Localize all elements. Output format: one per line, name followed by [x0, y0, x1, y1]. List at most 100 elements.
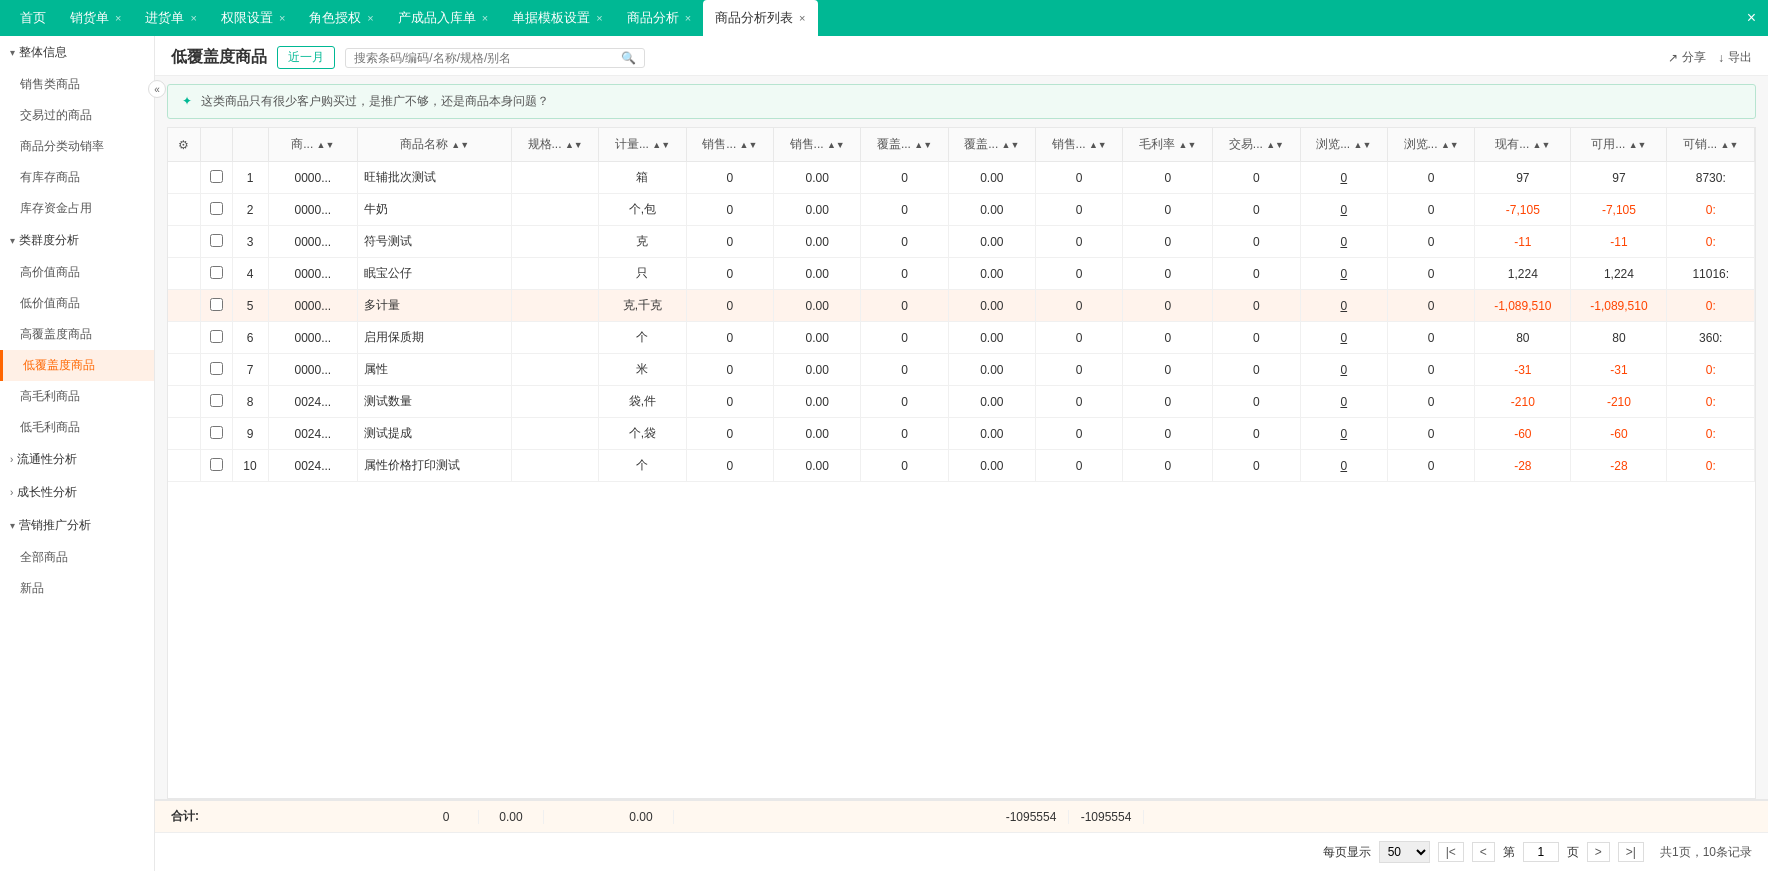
cell-checkbox[interactable] — [200, 418, 232, 450]
nav-close-purchase[interactable]: × — [190, 12, 196, 24]
cell-browse1[interactable]: 0 — [1300, 418, 1387, 450]
cell-checkbox[interactable] — [200, 226, 232, 258]
nav-close-permissions[interactable]: × — [279, 12, 285, 24]
th-spec[interactable]: 规格... ▲▼ — [511, 128, 598, 162]
nav-home[interactable]: 首页 — [8, 0, 58, 36]
th-sales-count[interactable]: 销售... ▲▼ — [686, 128, 773, 162]
sidebar-item-new-goods[interactable]: 新品 — [0, 573, 154, 604]
sidebar-collapse-btn[interactable]: « — [148, 80, 166, 98]
nav-product-entry[interactable]: 产成品入库单 × — [386, 0, 500, 36]
th-sales3[interactable]: 销售... ▲▼ — [1036, 128, 1123, 162]
cell-browse1[interactable]: 0 — [1300, 386, 1387, 418]
cell-code: 0000... — [268, 162, 358, 194]
cell-browse1[interactable]: 0 — [1300, 258, 1387, 290]
th-profit-rate[interactable]: 毛利率 ▲▼ — [1123, 128, 1213, 162]
sidebar-item-low-profit[interactable]: 低毛利商品 — [0, 412, 154, 443]
nav-close-sales-order[interactable]: × — [115, 12, 121, 24]
sidebar-item-stocked-goods[interactable]: 有库存商品 — [0, 162, 154, 193]
nav-sales-order[interactable]: 销货单 × — [58, 0, 133, 36]
th-code[interactable]: 商... ▲▼ — [268, 128, 358, 162]
prev-page-btn[interactable]: < — [1472, 842, 1495, 862]
th-browse1[interactable]: 浏览... ▲▼ — [1300, 128, 1387, 162]
cell-stock1: 1,224 — [1475, 258, 1571, 290]
sidebar-section-overview[interactable]: ▾ 整体信息 — [0, 36, 154, 69]
cell-cover1: 0 — [861, 226, 948, 258]
cell-checkbox[interactable] — [200, 194, 232, 226]
sidebar-item-category-rate[interactable]: 商品分类动销率 — [0, 131, 154, 162]
table-row: 5 0000... 多计量 克,千克 0 0.00 0 0.00 0 0 0 0… — [168, 290, 1755, 322]
th-stock1[interactable]: 现有... ▲▼ — [1475, 128, 1571, 162]
cell-browse1[interactable]: 0 — [1300, 290, 1387, 322]
sidebar-item-high-profit[interactable]: 高毛利商品 — [0, 381, 154, 412]
last-page-btn[interactable]: >| — [1618, 842, 1644, 862]
search-input[interactable] — [354, 51, 621, 65]
sidebar-item-traded-goods[interactable]: 交易过的商品 — [0, 100, 154, 131]
sidebar-item-low-coverage[interactable]: 低覆盖度商品 — [0, 350, 154, 381]
nav-close-role-auth[interactable]: × — [367, 12, 373, 24]
share-icon: ↗ — [1668, 51, 1678, 65]
close-all-tabs[interactable]: × — [1747, 9, 1756, 27]
first-page-btn[interactable]: |< — [1438, 842, 1464, 862]
export-btn[interactable]: ↓ 导出 — [1718, 49, 1752, 66]
cell-browse1[interactable]: 0 — [1300, 194, 1387, 226]
cell-unit: 个,包 — [599, 194, 686, 226]
page-input[interactable] — [1523, 842, 1559, 862]
cell-cover2: 0.00 — [948, 290, 1035, 322]
nav-close-product-entry[interactable]: × — [482, 12, 488, 24]
nav-product-analysis[interactable]: 商品分析 × — [615, 0, 703, 36]
th-unit[interactable]: 计量... ▲▼ — [599, 128, 686, 162]
th-stock3[interactable]: 可销... ▲▼ — [1667, 128, 1755, 162]
sidebar-section-marketing[interactable]: ▾ 营销推广分析 — [0, 509, 154, 542]
cell-browse1[interactable]: 0 — [1300, 226, 1387, 258]
per-page-select[interactable]: 50 100 200 — [1379, 841, 1430, 863]
cell-cover2: 0.00 — [948, 226, 1035, 258]
nav-purchase[interactable]: 进货单 × — [133, 0, 208, 36]
th-browse2[interactable]: 浏览... ▲▼ — [1387, 128, 1474, 162]
sidebar-section-tier[interactable]: ▾ 类群度分析 — [0, 224, 154, 257]
nav-close-product-analysis-list[interactable]: × — [799, 12, 805, 24]
th-cover1[interactable]: 覆盖... ▲▼ — [861, 128, 948, 162]
cell-profit-rate: 0 — [1123, 354, 1213, 386]
th-cover2[interactable]: 覆盖... ▲▼ — [948, 128, 1035, 162]
cell-checkbox[interactable] — [200, 162, 232, 194]
cell-sales-amount: 0.00 — [773, 386, 860, 418]
cell-sales-count: 0 — [686, 354, 773, 386]
nav-close-template-settings[interactable]: × — [596, 12, 602, 24]
nav-product-analysis-list[interactable]: 商品分析列表 × — [703, 0, 817, 36]
cell-browse1[interactable]: 0 — [1300, 450, 1387, 482]
nav-template-settings[interactable]: 单据模板设置 × — [500, 0, 614, 36]
sidebar-item-all-goods[interactable]: 全部商品 — [0, 542, 154, 573]
filter-period-btn[interactable]: 近一月 — [277, 46, 335, 69]
cell-checkbox[interactable] — [200, 322, 232, 354]
nav-role-auth[interactable]: 角色授权 × — [297, 0, 385, 36]
cell-checkbox[interactable] — [200, 354, 232, 386]
sidebar-item-high-value[interactable]: 高价值商品 — [0, 257, 154, 288]
cell-checkbox[interactable] — [200, 258, 232, 290]
cell-stock1: -60 — [1475, 418, 1571, 450]
th-settings[interactable]: ⚙ — [168, 128, 200, 162]
cell-browse2: 0 — [1387, 386, 1474, 418]
sidebar-item-high-coverage[interactable]: 高覆盖度商品 — [0, 319, 154, 350]
cell-trade: 0 — [1213, 322, 1300, 354]
th-trade[interactable]: 交易... ▲▼ — [1213, 128, 1300, 162]
totals-label: 合计: — [155, 808, 215, 825]
th-sales-amount[interactable]: 销售... ▲▼ — [773, 128, 860, 162]
next-page-btn[interactable]: > — [1587, 842, 1610, 862]
sidebar-section-growth[interactable]: › 成长性分析 — [0, 476, 154, 509]
cell-checkbox[interactable] — [200, 290, 232, 322]
th-stock2[interactable]: 可用... ▲▼ — [1571, 128, 1667, 162]
nav-close-product-analysis[interactable]: × — [685, 12, 691, 24]
share-btn[interactable]: ↗ 分享 — [1668, 49, 1706, 66]
sidebar-section-flow[interactable]: › 流通性分析 — [0, 443, 154, 476]
cell-browse1[interactable]: 0 — [1300, 162, 1387, 194]
nav-permissions[interactable]: 权限设置 × — [209, 0, 297, 36]
cell-checkbox[interactable] — [200, 450, 232, 482]
cell-browse1[interactable]: 0 — [1300, 354, 1387, 386]
cell-browse1[interactable]: 0 — [1300, 322, 1387, 354]
cell-checkbox[interactable] — [200, 386, 232, 418]
th-name[interactable]: 商品名称 ▲▼ — [358, 128, 512, 162]
search-icon[interactable]: 🔍 — [621, 51, 636, 65]
sidebar-item-low-value[interactable]: 低价值商品 — [0, 288, 154, 319]
sidebar-item-capital-usage[interactable]: 库存资金占用 — [0, 193, 154, 224]
sidebar-item-sales-goods[interactable]: 销售类商品 — [0, 69, 154, 100]
